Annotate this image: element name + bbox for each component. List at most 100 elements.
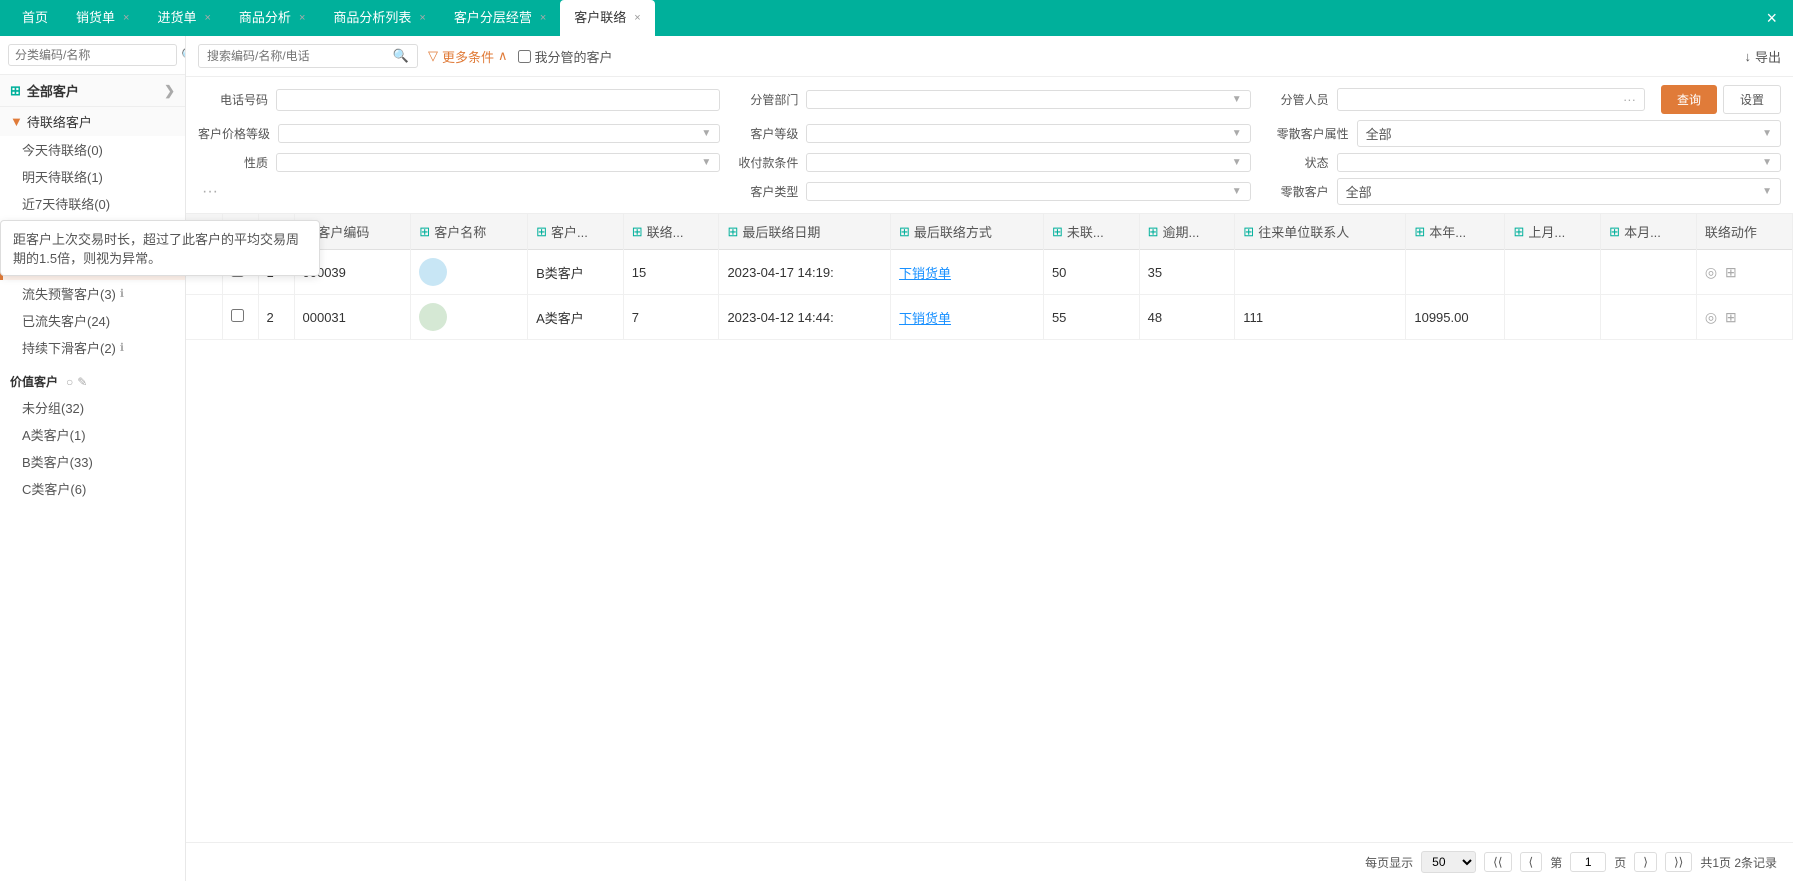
more-action-icon-2[interactable]: ⊞ [1725, 309, 1737, 326]
filter-retail-attr: 零散客户属性 全部 ▼ [1259, 120, 1781, 147]
filter-nature-select[interactable]: ▼ [276, 153, 720, 172]
filter-row-2: 客户价格等级 ▼ 客户等级 ▼ 零散客户属性 全部 [198, 120, 1781, 147]
contact-icon-2[interactable]: ◎ [1705, 309, 1717, 326]
td-last-date-1: 2023-04-17 14:19: [719, 250, 891, 295]
nav-product-analysis[interactable]: 商品分析 × [225, 0, 319, 36]
nav-purchase[interactable]: 进货单 × [143, 0, 224, 36]
close-customer-layered-icon[interactable]: × [540, 0, 546, 36]
filter-price-level-select[interactable]: ▼ [278, 124, 720, 143]
nav-customer-contact[interactable]: 客户联络 × [560, 0, 654, 36]
contact-icon-1[interactable]: ◎ [1705, 264, 1717, 281]
sort-icon5: ⊞ [727, 224, 738, 240]
filter-retail-attr-select[interactable]: 全部 ▼ [1357, 120, 1781, 147]
more-action-icon-1[interactable]: ⊞ [1725, 264, 1737, 281]
prev-page-btn[interactable]: ⟨ [1520, 852, 1543, 872]
toolbar: 🔍 ▽ 更多条件 ∧ 我分管的客户 ↓ 导出 [186, 36, 1793, 77]
close-customer-contact-icon[interactable]: × [634, 0, 640, 36]
filter-status-select[interactable]: ▼ [1337, 153, 1781, 172]
filter-department-select[interactable]: ▼ [806, 90, 1250, 109]
my-customers-checkbox[interactable] [518, 50, 531, 63]
next-page-btn[interactable]: ⟩ [1634, 852, 1657, 872]
first-page-btn[interactable]: ⟨⟨ [1484, 852, 1511, 872]
td-this-year-2: 10995.00 [1406, 295, 1505, 340]
export-btn[interactable]: ↓ 导出 [1744, 47, 1781, 66]
action-icons-2: ◎ ⊞ [1705, 309, 1784, 326]
th-name: ⊞ 客户名称 [411, 214, 528, 250]
sort-icon4: ⊞ [632, 224, 643, 240]
td-last-month-2 [1505, 295, 1601, 340]
tooltip-box: 距客户上次交易时长，超过了此客户的平均交易周期的1.5倍，则视为异常。 [0, 220, 186, 276]
filter-phone-input[interactable] [276, 89, 720, 111]
sidebar-item-tomorrow[interactable]: 明天待联络(1) [0, 163, 185, 190]
query-button[interactable]: 查询 [1661, 85, 1717, 114]
more-conditions-btn[interactable]: ▽ 更多条件 ∧ [428, 47, 508, 66]
nav-home[interactable]: 首页 [8, 0, 62, 36]
sidebar-search-input[interactable] [8, 44, 177, 66]
td-contact-2: 7 [623, 295, 719, 340]
chevron-down-icon6: ▼ [1232, 157, 1242, 168]
pagination: 每页显示 50 100 200 ⟨⟨ ⟨ 第 页 ⟩ ⟩⟩ 共1页 2条记录 [186, 842, 1793, 881]
chevron-down-icon2: ▼ [701, 128, 711, 139]
chevron-down-icon3: ▼ [1232, 128, 1242, 139]
row-checkbox-2[interactable] [231, 309, 244, 322]
filter-payment: 收付款条件 ▼ [728, 153, 1250, 172]
table-row: 1 000039 B类客户 15 [186, 250, 1793, 295]
th-contact-count: ⊞ 联络... [623, 214, 719, 250]
per-page-select[interactable]: 50 100 200 [1421, 851, 1476, 873]
main-container: 🔍 ⊞ 全部客户 ❯ ▼ 待联络客户 今天待联络(0) 明天待联络(1) 近7天… [0, 36, 1793, 881]
collapse-sidebar-icon[interactable]: ❯ [164, 83, 175, 99]
edit-icon[interactable]: ○ [66, 375, 73, 389]
nav-customer-layered[interactable]: 客户分层经营 × [440, 0, 560, 36]
close-product-list-icon[interactable]: × [419, 0, 425, 36]
last-method-link-2[interactable]: 下销货单 [899, 311, 951, 326]
close-purchase-icon[interactable]: × [204, 0, 210, 36]
filter-actions: 查询 设置 [1661, 85, 1781, 114]
chevron-down-icon9: ▼ [1762, 186, 1772, 197]
nav-product-list[interactable]: 商品分析列表 × [319, 0, 439, 36]
td-contact-1: 15 [623, 250, 719, 295]
th-last-date: ⊞ 最后联络日期 [719, 214, 891, 250]
td-contact-person-1 [1235, 250, 1406, 295]
th-this-month: ⊞ 本月... [1601, 214, 1697, 250]
th-type: ⊞ 客户... [528, 214, 624, 250]
value-customers-section: 价值客户 ○ ✎ 未分组(32) A类客户(1) B类客户(33) C类客户(6… [0, 369, 185, 502]
sort-icon8: ⊞ [1148, 224, 1159, 240]
td-checkbox-2 [222, 295, 258, 340]
sidebar-item-7days[interactable]: 近7天待联络(0) [0, 190, 185, 217]
close-all-icon[interactable]: × [1758, 8, 1785, 29]
sidebar-item-today[interactable]: 今天待联络(0) [0, 136, 185, 163]
toolbar-search-icon[interactable]: 🔍 [393, 48, 409, 64]
filter-customer-type-select[interactable]: ▼ [806, 182, 1250, 201]
sidebar-item-declining[interactable]: 持续下滑客户(2) ℹ [0, 334, 185, 361]
my-customers-checkbox-container: 我分管的客户 [518, 47, 613, 66]
last-page-btn[interactable]: ⟩⟩ [1665, 852, 1692, 872]
close-sales-icon[interactable]: × [123, 0, 129, 36]
toolbar-search-input[interactable] [207, 49, 387, 63]
td-not-contact-1: 50 [1043, 250, 1139, 295]
nav-sales[interactable]: 销货单 × [62, 0, 143, 36]
filter-row-1: 电话号码 分管部门 ▼ 分管人员 ··· 查询 [198, 85, 1781, 114]
last-method-link-1[interactable]: 下销货单 [899, 266, 951, 281]
settings-button[interactable]: 设置 [1723, 85, 1781, 114]
sidebar-item-churn-warning[interactable]: 流失预警客户(3) ℹ [0, 280, 185, 307]
sidebar-item-class-a[interactable]: A类客户(1) [0, 421, 185, 448]
pending-contact-group-title[interactable]: ▼ 待联络客户 [0, 107, 185, 136]
filter-payment-select[interactable]: ▼ [806, 153, 1250, 172]
filter-customer-level-select[interactable]: ▼ [806, 124, 1250, 143]
page-input[interactable] [1570, 852, 1606, 872]
filter-status: 状态 ▼ [1259, 153, 1781, 172]
td-this-year-1 [1406, 250, 1505, 295]
sidebar-item-class-b[interactable]: B类客户(33) [0, 448, 185, 475]
value-customers-header: 价值客户 ○ ✎ [0, 369, 185, 394]
sidebar-item-churned[interactable]: 已流失客户(24) [0, 307, 185, 334]
close-product-analysis-icon[interactable]: × [299, 0, 305, 36]
filter-retail-customer-select[interactable]: 全部 ▼ [1337, 178, 1781, 205]
edit-icon2[interactable]: ✎ [77, 375, 87, 389]
filter-customer-type: 客户类型 ▼ [728, 182, 1250, 201]
sidebar-all-customers-title: ⊞ 全部客户 ❯ [0, 75, 185, 107]
sort-icon10: ⊞ [1414, 224, 1425, 240]
filter-manager: 分管人员 ··· 查询 设置 [1259, 85, 1781, 114]
chevron-up-icon: ∧ [498, 48, 508, 64]
sidebar-item-ungrouped[interactable]: 未分组(32) [0, 394, 185, 421]
sidebar-item-class-c[interactable]: C类客户(6) [0, 475, 185, 502]
